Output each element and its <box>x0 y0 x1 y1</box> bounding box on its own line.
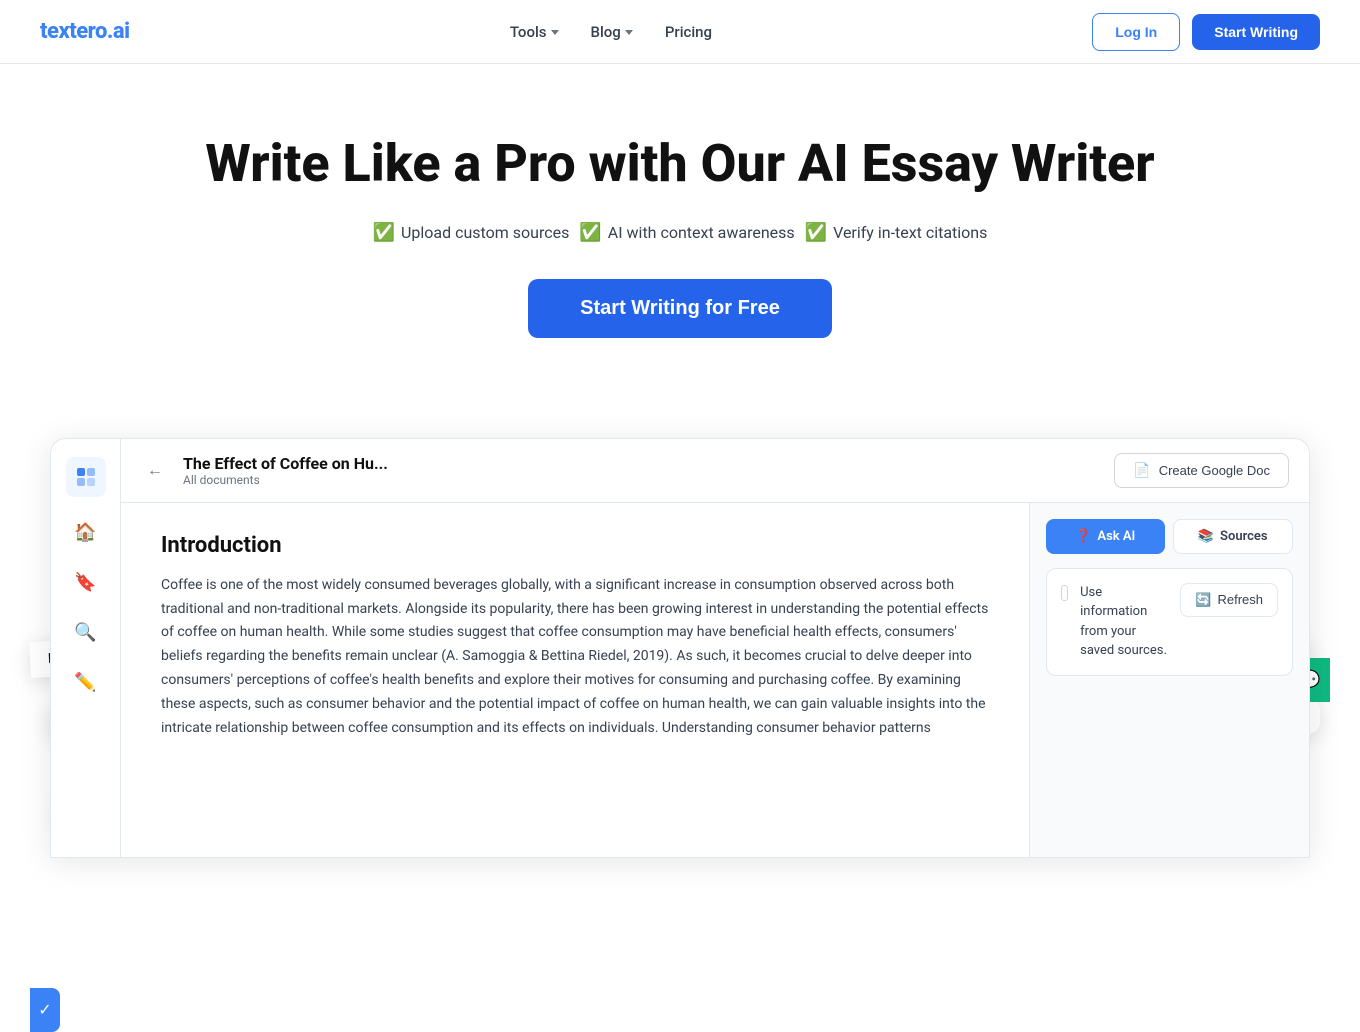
feature-2: ✅ AI with context awareness <box>579 222 794 243</box>
ask-ai-label: Ask AI <box>1097 529 1135 544</box>
app-body: Introduction Coffee is one of the most w… <box>121 503 1309 857</box>
sidebar-edit-icon[interactable]: ✏️ <box>72 669 100 697</box>
blog-label: Blog <box>591 23 621 41</box>
nav-links: Tools Blog Pricing <box>510 23 712 41</box>
ask-ai-icon: ❓ <box>1075 529 1091 544</box>
check-icon-1: ✅ <box>373 222 395 243</box>
hero-title: Write Like a Pro with Our AI Essay Write… <box>20 134 1340 194</box>
app-topbar: ← The Effect of Coffee on Hu... All docu… <box>121 439 1309 503</box>
mock-app: 🏠 🔖 🔍 ✏️ ← The Effect of Coffee on Hu...… <box>50 438 1310 858</box>
create-google-label: Create Google Doc <box>1159 463 1270 478</box>
check-icon-2: ✅ <box>579 222 601 243</box>
doc-body-text: Coffee is one of the most widely consume… <box>161 574 989 741</box>
use-sources-text: Use information from your saved sources. <box>1080 583 1168 661</box>
topbar-right: 📄 Create Google Doc <box>1114 453 1289 488</box>
pricing-label: Pricing <box>665 23 712 41</box>
doc-title-area: The Effect of Coffee on Hu... All docume… <box>183 454 388 487</box>
sources-checkbox[interactable] <box>1061 585 1068 601</box>
feature-3-label: Verify in-text citations <box>833 223 987 242</box>
tools-chevron-down-icon <box>551 30 559 35</box>
panel-tabs: ❓ Ask AI 📚 Sources <box>1046 519 1293 554</box>
start-writing-nav-button[interactable]: Start Writing <box>1192 14 1320 50</box>
feature-2-label: AI with context awareness <box>608 223 795 242</box>
app-sidebar: 🏠 🔖 🔍 ✏️ <box>51 439 121 857</box>
feature-1-label: Upload custom sources <box>401 223 569 242</box>
pricing-nav-link[interactable]: Pricing <box>665 23 712 41</box>
app-main: ← The Effect of Coffee on Hu... All docu… <box>121 439 1309 857</box>
google-doc-icon: 📄 <box>1133 462 1150 479</box>
create-google-doc-button[interactable]: 📄 Create Google Doc <box>1114 453 1289 488</box>
hero-section: Write Like a Pro with Our AI Essay Write… <box>0 64 1360 378</box>
blog-chevron-down-icon <box>625 30 633 35</box>
tools-nav-link[interactable]: Tools <box>510 23 559 41</box>
sidebar-home-icon[interactable]: 🏠 <box>72 519 100 547</box>
blog-nav-link[interactable]: Blog <box>591 23 633 41</box>
hero-cta-button[interactable]: Start Writing for Free <box>528 279 832 338</box>
sidebar-bookmark-icon[interactable]: 🔖 <box>72 569 100 597</box>
demo-section: Built-in AI detector Safe for academic s… <box>30 438 1330 858</box>
login-button[interactable]: Log In <box>1092 13 1180 51</box>
refresh-button[interactable]: 🔄 Refresh <box>1180 583 1278 617</box>
ask-ai-tab[interactable]: ❓ Ask AI <box>1046 519 1165 554</box>
hero-features: ✅ Upload custom sources ✅ AI with contex… <box>20 222 1340 243</box>
sidebar-search-icon[interactable]: 🔍 <box>72 619 100 647</box>
sources-tab-label: Sources <box>1220 529 1268 544</box>
doc-heading: Introduction <box>161 533 989 558</box>
feature-1: ✅ Upload custom sources <box>373 222 570 243</box>
right-panel: ❓ Ask AI 📚 Sources Use information from … <box>1029 503 1309 857</box>
sidebar-logo[interactable] <box>66 457 106 497</box>
navbar: textero.ai Tools Blog Pricing Log In Sta… <box>0 0 1360 64</box>
back-button[interactable]: ← <box>141 456 169 484</box>
check-icon-3: ✅ <box>805 222 827 243</box>
nav-actions: Log In Start Writing <box>1092 13 1320 51</box>
doc-title: The Effect of Coffee on Hu... <box>183 454 388 473</box>
doc-area: Introduction Coffee is one of the most w… <box>121 503 1029 857</box>
refresh-icon: 🔄 <box>1195 592 1211 608</box>
sources-tab-icon: 📚 <box>1198 529 1214 544</box>
logo-text-accent: .ai <box>107 19 130 44</box>
refresh-label: Refresh <box>1217 592 1263 607</box>
checkmark-badge: ✓ <box>30 988 60 1032</box>
logo-text-plain: textero <box>40 19 107 44</box>
tools-label: Tools <box>510 23 547 41</box>
sources-option: Use information from your saved sources.… <box>1046 568 1293 676</box>
sources-tab[interactable]: 📚 Sources <box>1173 519 1294 554</box>
logo[interactable]: textero.ai <box>40 19 130 44</box>
doc-subtitle: All documents <box>183 473 388 487</box>
feature-3: ✅ Verify in-text citations <box>805 222 988 243</box>
